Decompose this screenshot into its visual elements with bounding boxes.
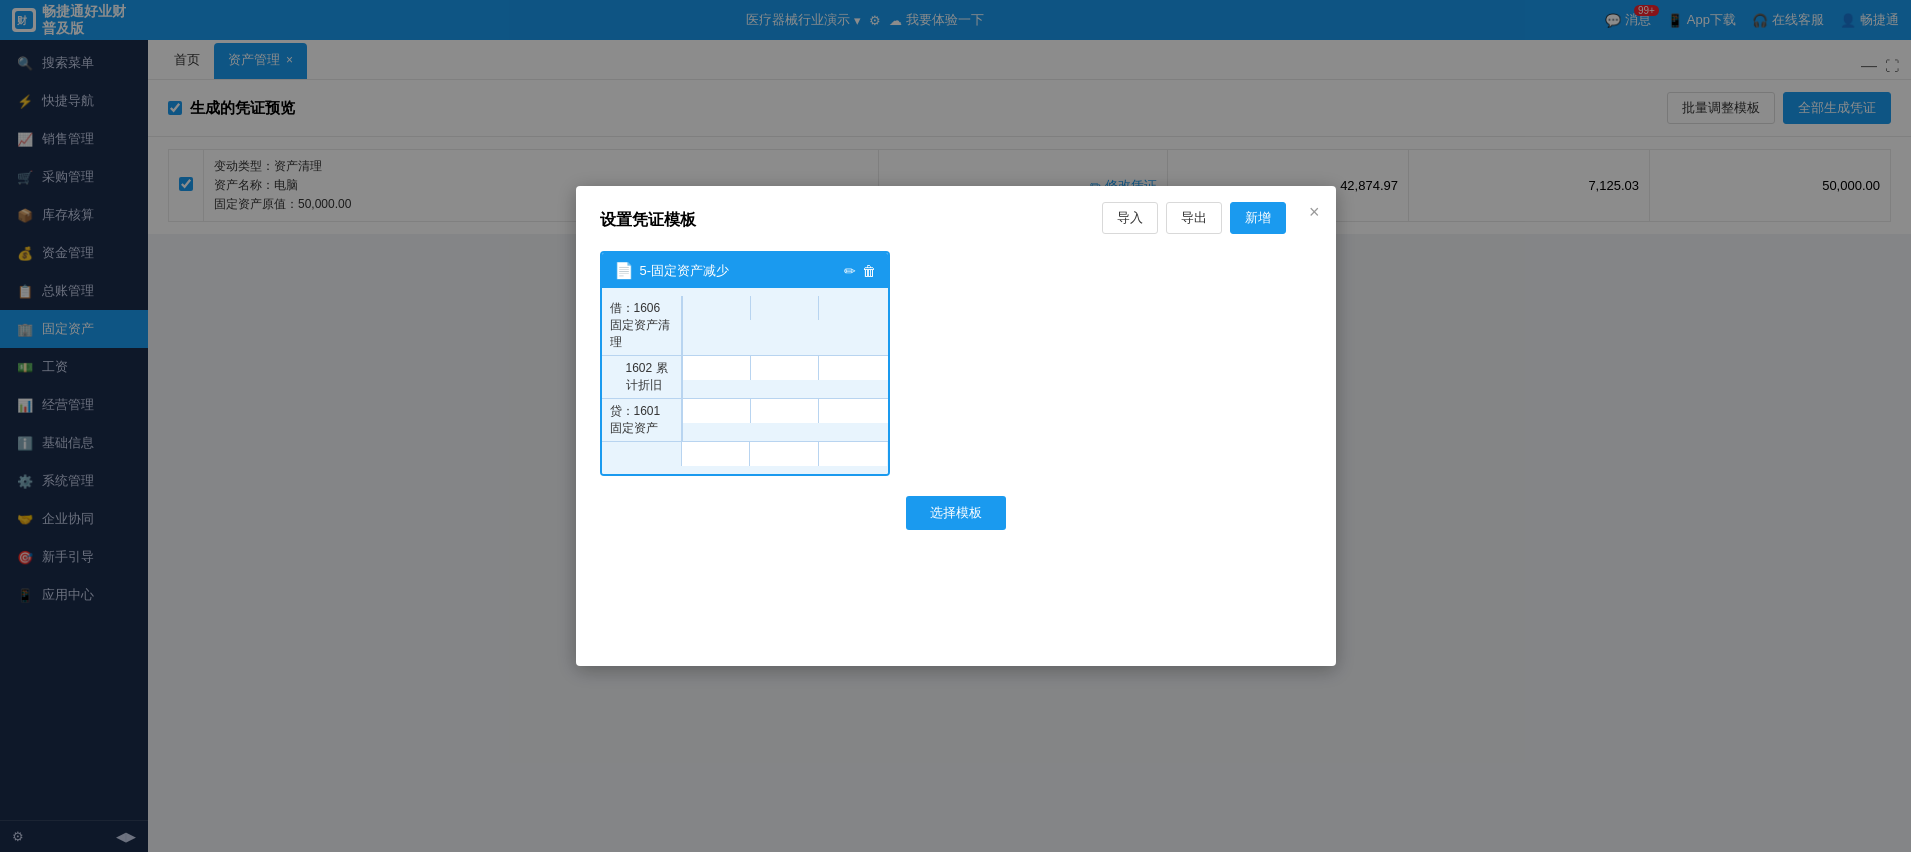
modal-dialog: 设置凭证模板 × 导入 导出 新增 📄 5-固定资产减少 ✏ 🗑 xyxy=(576,186,1336,666)
modal-close-btn[interactable]: × xyxy=(1309,202,1320,223)
template-doc-icon: 📄 xyxy=(614,261,634,280)
template-name: 5-固定资产减少 xyxy=(640,262,730,280)
select-template-btn[interactable]: 选择模板 xyxy=(906,496,1006,530)
modal-overlay: 设置凭证模板 × 导入 导出 新增 📄 5-固定资产减少 ✏ 🗑 xyxy=(0,0,1911,852)
template-card-body: 借：1606 固定资产清理 1602 累计折旧 xyxy=(602,288,888,474)
entry-row-1-direction: 借：1606 固定资产清理 xyxy=(602,296,682,355)
entry-row-2: 1602 累计折旧 xyxy=(602,356,682,398)
entry-row-3: 贷：1601 固定资产 xyxy=(602,399,682,441)
template-header-left: 📄 5-固定资产减少 xyxy=(614,261,730,280)
template-card-header: 📄 5-固定资产减少 ✏ 🗑 xyxy=(602,253,888,288)
template-edit-btn[interactable]: ✏ xyxy=(844,263,856,279)
template-card: 📄 5-固定资产减少 ✏ 🗑 借：1606 固定资产清理 xyxy=(600,251,890,476)
template-delete-btn[interactable]: 🗑 xyxy=(862,263,876,279)
modal-toolbar: 导入 导出 新增 xyxy=(1102,202,1286,234)
export-btn[interactable]: 导出 xyxy=(1166,202,1222,234)
new-btn[interactable]: 新增 xyxy=(1230,202,1286,234)
import-btn[interactable]: 导入 xyxy=(1102,202,1158,234)
template-card-actions: ✏ 🗑 xyxy=(844,263,876,279)
